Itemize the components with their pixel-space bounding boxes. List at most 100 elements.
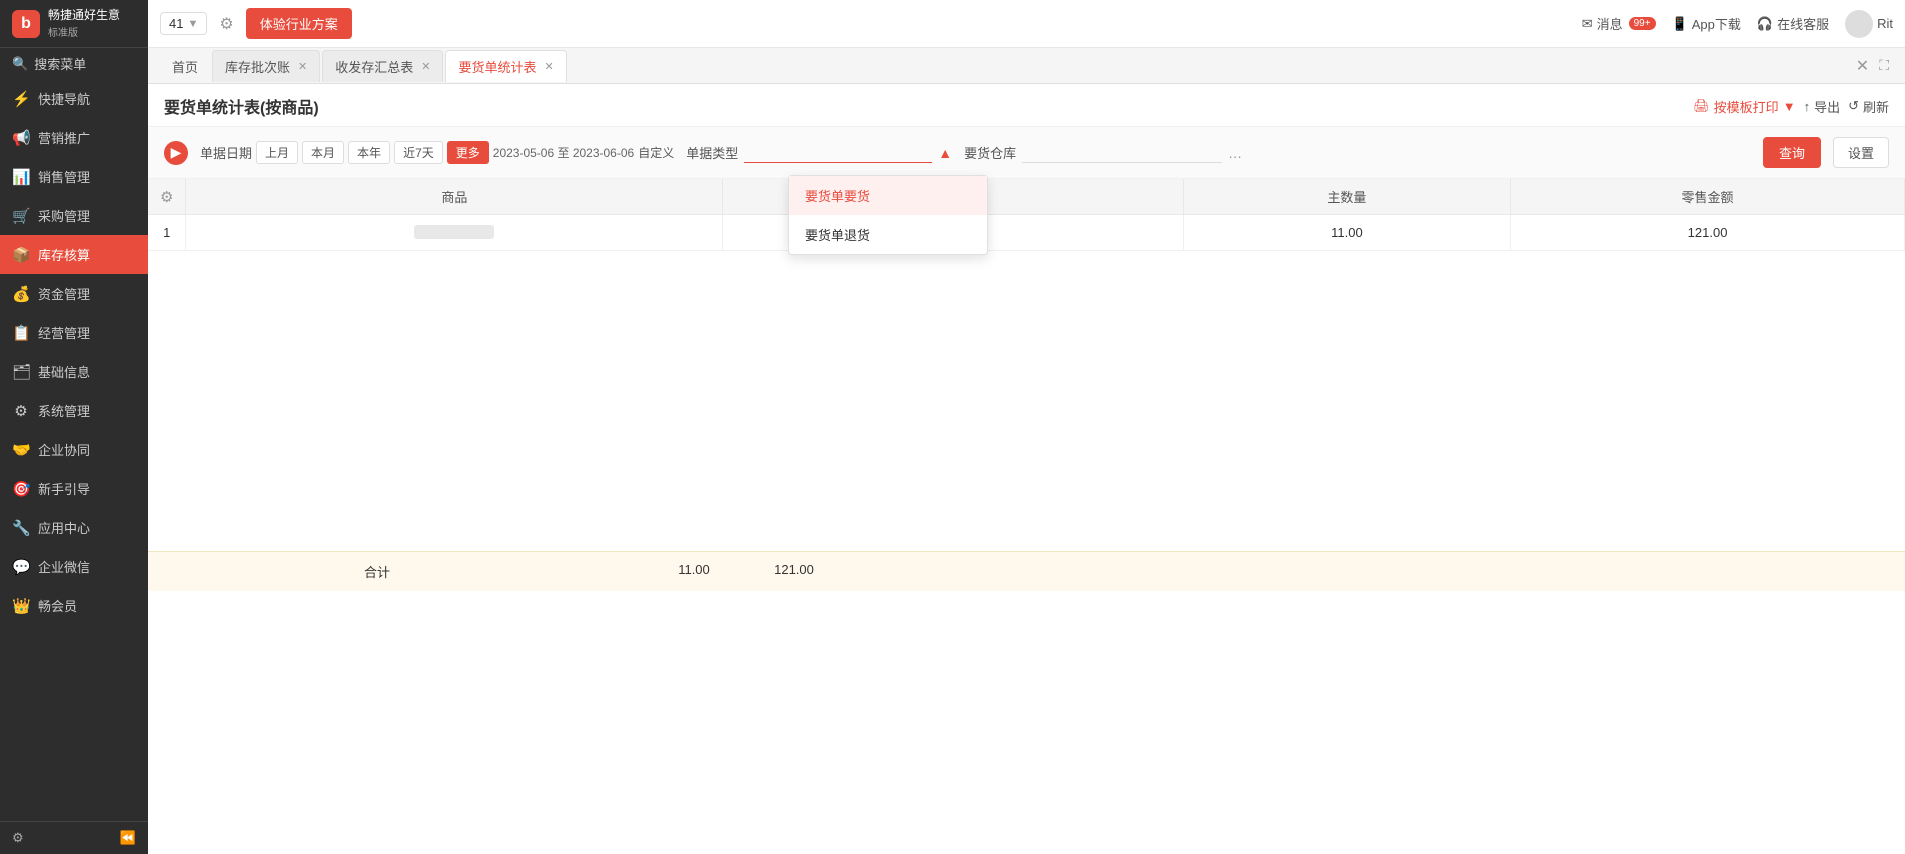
expand-tabs-btn[interactable]: ⛶ xyxy=(1875,53,1893,78)
tab-order-stats-close[interactable]: ✕ xyxy=(545,60,554,73)
topbar: 41 ▼ ⚙ 体验行业方案 ✉ 消息 99+ 📱 App下载 🎧 在线客服 R xyxy=(148,0,1905,48)
wechat-icon: 💬 xyxy=(12,558,30,576)
sidebar-footer: ⚙ ⏪ xyxy=(0,821,148,854)
message-btn[interactable]: ✉ 消息 99+ xyxy=(1582,14,1656,33)
filter-warehouse-group: 要货仓库 … xyxy=(964,143,1242,163)
warehouse-input[interactable] xyxy=(1022,143,1222,163)
sidebar-item-business[interactable]: 📋 经营管理 xyxy=(0,313,148,352)
sidebar-item-member[interactable]: 👑 畅会员 xyxy=(0,586,148,625)
user-menu[interactable]: Rit xyxy=(1845,10,1893,38)
type-dropdown-menu: 要货单要货 要货单退货 xyxy=(788,175,988,255)
chevron-down-icon: ▼ xyxy=(187,18,198,30)
logo-icon: b xyxy=(12,10,40,38)
page-content: 要货单统计表(按商品) 🖨 按模板打印 ▼ ↑ 导出 ↺ 刷新 ▶ xyxy=(148,84,1905,854)
tab-receipt-summary-close[interactable]: ✕ xyxy=(421,60,430,73)
dropdown-item-order[interactable]: 要货单要货 xyxy=(789,176,987,215)
type-label: 单据类型 xyxy=(686,143,738,162)
type-dropdown-icon[interactable]: ▲ xyxy=(938,145,952,161)
total-row: 合计 11.00 121.00 xyxy=(148,551,1905,591)
sidebar-item-system[interactable]: ⚙ 系统管理 xyxy=(0,391,148,430)
sales-icon: 📊 xyxy=(12,168,30,186)
page-title: 要货单统计表(按商品) xyxy=(164,94,319,118)
avatar xyxy=(1845,10,1873,38)
period-btn-more[interactable]: 更多 xyxy=(447,141,489,164)
sidebar-item-purchase[interactable]: 🛒 采购管理 xyxy=(0,196,148,235)
table-settings-icon[interactable]: ⚙ xyxy=(160,189,173,206)
logo-sub: 标准版 xyxy=(48,24,120,39)
cell-index: 1 xyxy=(148,215,186,251)
settings-btn[interactable]: ⚙ xyxy=(12,830,24,846)
sidebar-item-quick-nav[interactable]: ⚡ 快捷导航 xyxy=(0,79,148,118)
filter-type-group: 单据类型 ▲ xyxy=(686,143,952,163)
warehouse-more-icon[interactable]: … xyxy=(1228,145,1242,161)
custom-date-btn[interactable]: 自定义 xyxy=(638,144,674,161)
sidebar-item-label: 经营管理 xyxy=(38,323,90,342)
sidebar-item-label: 快捷导航 xyxy=(38,89,90,108)
refresh-icon: ↺ xyxy=(1848,98,1859,114)
sidebar-item-finance[interactable]: 💰 资金管理 xyxy=(0,274,148,313)
print-btn[interactable]: 🖨 按模板打印 ▼ xyxy=(1693,97,1795,116)
app-download-btn[interactable]: 📱 App下载 xyxy=(1672,14,1741,33)
online-service-btn[interactable]: 🎧 在线客服 xyxy=(1757,14,1829,33)
table-spacer xyxy=(148,251,1905,551)
member-icon: 👑 xyxy=(12,597,30,615)
sidebar-item-marketing[interactable]: 📢 营销推广 xyxy=(0,118,148,157)
inventory-icon: 📦 xyxy=(12,246,30,264)
company-value: 41 xyxy=(169,16,183,31)
tab-home[interactable]: 首页 xyxy=(160,50,210,82)
sidebar-item-sales[interactable]: 📊 销售管理 xyxy=(0,157,148,196)
period-btn-last-month[interactable]: 上月 xyxy=(256,141,298,164)
sidebar-item-label: 资金管理 xyxy=(38,284,90,303)
trial-btn[interactable]: 体验行业方案 xyxy=(246,8,352,39)
sidebar-item-label: 系统管理 xyxy=(38,401,90,420)
online-service-label: 在线客服 xyxy=(1777,14,1829,33)
print-dropdown-icon: ▼ xyxy=(1783,99,1796,114)
quick-nav-icon: ⚡ xyxy=(12,90,30,108)
period-btn-this-month[interactable]: 本月 xyxy=(302,141,344,164)
period-btn-this-year[interactable]: 本年 xyxy=(348,141,390,164)
col-qty: 主数量 xyxy=(1183,179,1510,215)
collapse-btn[interactable]: ⏪ xyxy=(120,830,136,846)
refresh-btn[interactable]: ↺ 刷新 xyxy=(1848,97,1889,116)
query-btn[interactable]: 查询 xyxy=(1763,137,1821,168)
sidebar-item-appstore[interactable]: 🔧 应用中心 xyxy=(0,508,148,547)
col-product: 商品 xyxy=(186,179,723,215)
logo: b 畅捷通好生意 标准版 xyxy=(0,0,148,48)
date-label: 单据日期 xyxy=(200,143,252,162)
tab-order-stats[interactable]: 要货单统计表 ✕ xyxy=(445,50,566,82)
sidebar-nav: ⚡ 快捷导航 📢 营销推广 📊 销售管理 🛒 采购管理 📦 库存核算 💰 资金管… xyxy=(0,79,148,821)
sidebar-item-wechat[interactable]: 💬 企业微信 xyxy=(0,547,148,586)
tab-receipt-summary[interactable]: 收发存汇总表 ✕ xyxy=(322,50,443,82)
sidebar-item-cooperation[interactable]: 🤝 企业协同 xyxy=(0,430,148,469)
sidebar-search[interactable]: 🔍 搜索菜单 xyxy=(0,48,148,79)
page-actions: 🖨 按模板打印 ▼ ↑ 导出 ↺ 刷新 xyxy=(1693,97,1889,116)
tab-inventory-batch[interactable]: 库存批次账 ✕ xyxy=(212,50,320,82)
company-selector[interactable]: 41 ▼ xyxy=(160,12,207,35)
sidebar-item-guide[interactable]: 🎯 新手引导 xyxy=(0,469,148,508)
col-amount: 零售金额 xyxy=(1511,179,1905,215)
tab-home-label: 首页 xyxy=(172,57,198,76)
topbar-settings-icon[interactable]: ⚙ xyxy=(215,10,237,38)
close-all-tabs-btn[interactable]: ✕ xyxy=(1852,52,1873,80)
marketing-icon: 📢 xyxy=(12,129,30,147)
tab-receipt-summary-label: 收发存汇总表 xyxy=(335,57,413,76)
filter-period-btns: 上月 本月 本年 近7天 更多 xyxy=(256,141,489,164)
export-btn[interactable]: ↑ 导出 xyxy=(1804,97,1841,116)
sidebar-item-basic[interactable]: 🗂 基础信息 xyxy=(0,352,148,391)
settings-filter-btn[interactable]: 设置 xyxy=(1833,137,1889,168)
warehouse-label: 要货仓库 xyxy=(964,143,1016,162)
tab-inventory-batch-close[interactable]: ✕ xyxy=(298,60,307,73)
sidebar-item-label: 库存核算 xyxy=(38,245,90,264)
filter-bar: ▶ 单据日期 上月 本月 本年 近7天 更多 2023-05-06 至 2023… xyxy=(148,127,1905,179)
service-icon: 🎧 xyxy=(1757,16,1773,32)
message-badge: 99+ xyxy=(1629,17,1656,30)
filter-expand-btn[interactable]: ▶ xyxy=(164,141,188,165)
app-download-label: App下载 xyxy=(1692,14,1741,33)
total-qty: 11.00 xyxy=(644,562,744,581)
dropdown-item-return[interactable]: 要货单退货 xyxy=(789,215,987,254)
type-input[interactable] xyxy=(744,143,932,163)
logo-text: 畅捷通好生意 xyxy=(48,8,120,24)
sidebar-item-inventory[interactable]: 📦 库存核算 xyxy=(0,235,148,274)
message-icon: ✉ xyxy=(1582,16,1593,32)
period-btn-7days[interactable]: 近7天 xyxy=(394,141,443,164)
